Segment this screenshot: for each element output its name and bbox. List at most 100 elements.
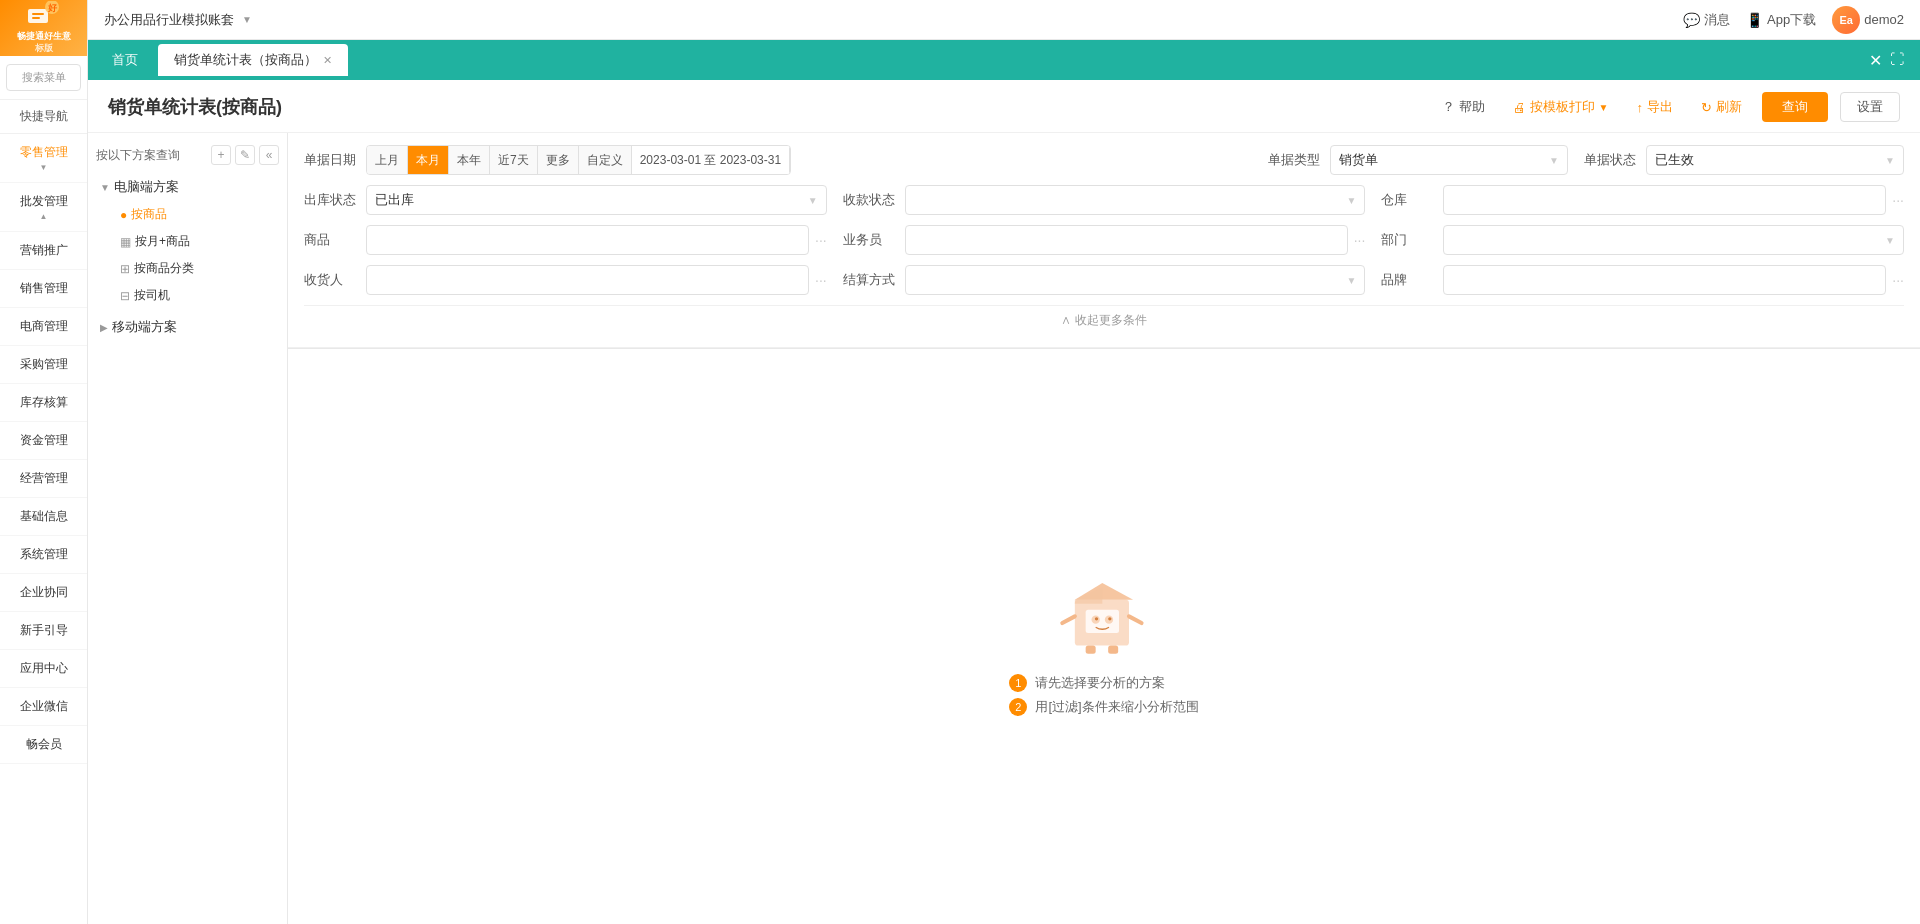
collapse-panel-icon[interactable]: « <box>259 145 279 165</box>
filter-brand: 品牌 ··· <box>1381 265 1904 295</box>
print-button[interactable]: 🖨 按模板打印 ▼ <box>1505 94 1617 120</box>
sidebar-item-label: 销售管理 <box>20 280 68 297</box>
topbar-left: 办公用品行业模拟账套 ▼ <box>104 11 252 29</box>
warehouse-status-select[interactable]: 已出库 ▼ <box>366 185 827 215</box>
page-header: 销货单统计表(按商品) ？ 帮助 🖨 按模板打印 ▼ ↑ 导出 ↻ 刷新 <box>88 80 1920 133</box>
salesperson-input[interactable] <box>905 225 1348 255</box>
messages-button[interactable]: 💬 消息 <box>1683 11 1730 29</box>
sidebar-item-marketing[interactable]: 营销推广 <box>0 232 87 270</box>
sidebar-item-member[interactable]: 畅会员 <box>0 726 87 764</box>
tree-node-by-driver[interactable]: ⊟ 按司机 <box>116 282 279 309</box>
date-btn-custom[interactable]: 自定义 <box>579 146 632 174</box>
edit-scheme-icon[interactable]: ✎ <box>235 145 255 165</box>
filter-warehouse: 仓库 ··· <box>1381 185 1904 215</box>
sidebar-item-label: 应用中心 <box>20 660 68 677</box>
app-download-button[interactable]: 📱 App下载 <box>1746 11 1816 29</box>
tab-close-icon[interactable]: ✕ <box>323 54 332 67</box>
sidebar-item-wechat[interactable]: 企业微信 <box>0 688 87 726</box>
sidebar-item-basic[interactable]: 基础信息 <box>0 498 87 536</box>
refresh-button[interactable]: ↻ 刷新 <box>1693 94 1750 120</box>
date-btn-last-month[interactable]: 上月 <box>367 146 408 174</box>
svg-rect-15 <box>1086 645 1096 653</box>
empty-illustration <box>1054 558 1154 658</box>
add-scheme-icon[interactable]: + <box>211 145 231 165</box>
sidebar-item-label: 资金管理 <box>20 432 68 449</box>
export-button[interactable]: ↑ 导出 <box>1629 94 1682 120</box>
left-panel-title: 按以下方案查询 <box>96 147 180 164</box>
help-icon: ？ <box>1442 98 1455 116</box>
settlement-select[interactable]: ▼ <box>905 265 1366 295</box>
collection-status-select[interactable]: ▼ <box>905 185 1366 215</box>
date-btn-7days[interactable]: 近7天 <box>490 146 538 174</box>
brand-input[interactable] <box>1443 265 1886 295</box>
query-button[interactable]: 查询 <box>1762 92 1828 122</box>
brand-dots-icon[interactable]: ··· <box>1892 272 1904 288</box>
tree-node-mobile[interactable]: ▶ 移动端方案 <box>96 313 279 341</box>
tab-close-window-icon[interactable]: ✕ <box>1869 51 1882 70</box>
date-btn-more[interactable]: 更多 <box>538 146 579 174</box>
sidebar-item-label: 营销推广 <box>20 242 68 259</box>
receiver-input[interactable] <box>366 265 809 295</box>
refresh-label: 刷新 <box>1716 98 1742 116</box>
sidebar-item-label: 经营管理 <box>20 470 68 487</box>
date-btn-this-month[interactable]: 本月 <box>408 146 449 174</box>
sidebar-item-enterprise[interactable]: 企业协同 <box>0 574 87 612</box>
department-select[interactable]: ▼ <box>1443 225 1904 255</box>
collapse-filter-button[interactable]: ∧ 收起更多条件 <box>304 305 1904 335</box>
sidebar-item-newbie[interactable]: 新手引导 <box>0 612 87 650</box>
empty-state: 1 请先选择要分析的方案 2 用[过滤]条件来缩小分析范围 <box>288 349 1920 924</box>
tree-node-by-category[interactable]: ⊞ 按商品分类 <box>116 255 279 282</box>
sidebar-item-retail[interactable]: 零售管理 ▼ <box>0 134 87 183</box>
filter-doc-status: 单据状态 已生效 ▼ <box>1584 145 1904 175</box>
sidebar-item-ecommerce[interactable]: 电商管理 <box>0 308 87 346</box>
filter-warehouse-status: 出库状态 已出库 ▼ <box>304 185 827 215</box>
sidebar-item-finance[interactable]: 资金管理 <box>0 422 87 460</box>
goods-input[interactable] <box>366 225 809 255</box>
receiver-dots-icon[interactable]: ··· <box>815 272 827 288</box>
salesperson-dots-icon[interactable]: ··· <box>1354 232 1366 248</box>
settings-button[interactable]: 设置 <box>1840 92 1900 122</box>
svg-rect-1 <box>32 13 44 15</box>
workspace-dropdown-icon[interactable]: ▼ <box>242 14 252 25</box>
tab-sales-stats[interactable]: 销货单统计表（按商品） ✕ <box>158 44 348 76</box>
svg-rect-16 <box>1108 645 1118 653</box>
warehouse-input[interactable] <box>1443 185 1886 215</box>
empty-tips: 1 请先选择要分析的方案 2 用[过滤]条件来缩小分析范围 <box>1009 674 1198 716</box>
tree-node-pc[interactable]: ▼ 电脑端方案 <box>96 173 279 201</box>
tip-text-1: 请先选择要分析的方案 <box>1035 674 1165 692</box>
sidebar-item-purchase[interactable]: 采购管理 <box>0 346 87 384</box>
doc-status-select[interactable]: 已生效 ▼ <box>1646 145 1904 175</box>
messages-label: 消息 <box>1704 11 1730 29</box>
sidebar-item-inventory[interactable]: 库存核算 <box>0 384 87 422</box>
date-btn-this-year[interactable]: 本年 <box>449 146 490 174</box>
topbar-right: 💬 消息 📱 App下载 Ea demo2 <box>1683 6 1904 34</box>
tree-collapsed-icon: ▶ <box>100 322 108 333</box>
collection-status-label: 收款状态 <box>843 191 899 209</box>
sidebar-item-wholesale[interactable]: 批发管理 ▲ <box>0 183 87 232</box>
tab-maximize-icon[interactable]: ⛶ <box>1890 51 1904 70</box>
sidebar-item-label: 采购管理 <box>20 356 68 373</box>
tree-node-by-category-label: 按商品分类 <box>134 260 194 277</box>
sidebar-item-operations[interactable]: 经营管理 <box>0 460 87 498</box>
tree-node-by-driver-label: 按司机 <box>134 287 170 304</box>
svg-line-14 <box>1129 616 1142 623</box>
sidebar-item-appstore[interactable]: 应用中心 <box>0 650 87 688</box>
doc-type-select[interactable]: 销货单 ▼ <box>1330 145 1568 175</box>
goods-dots-icon[interactable]: ··· <box>815 232 827 248</box>
chevron-down-icon: ▼ <box>1549 155 1559 166</box>
search-menu-button[interactable]: 搜索菜单 <box>6 64 81 91</box>
tree-node-by-goods[interactable]: ● 按商品 <box>116 201 279 228</box>
tree-node-by-month-goods[interactable]: ▦ 按月+商品 <box>116 228 279 255</box>
shortcut-nav-button[interactable]: 快捷导航 <box>0 100 87 134</box>
help-button[interactable]: ？ 帮助 <box>1434 94 1493 120</box>
sidebar-item-system[interactable]: 系统管理 <box>0 536 87 574</box>
warehouse-dots-icon[interactable]: ··· <box>1892 192 1904 208</box>
settlement-label: 结算方式 <box>843 271 899 289</box>
tab-home[interactable]: 首页 <box>96 44 154 76</box>
export-label: 导出 <box>1647 98 1673 116</box>
user-menu[interactable]: Ea demo2 <box>1832 6 1904 34</box>
chevron-down-icon-6: ▼ <box>1346 275 1356 286</box>
sidebar-item-sales[interactable]: 销售管理 <box>0 270 87 308</box>
filter-goods: 商品 ··· <box>304 225 827 255</box>
warehouse-status-label: 出库状态 <box>304 191 360 209</box>
